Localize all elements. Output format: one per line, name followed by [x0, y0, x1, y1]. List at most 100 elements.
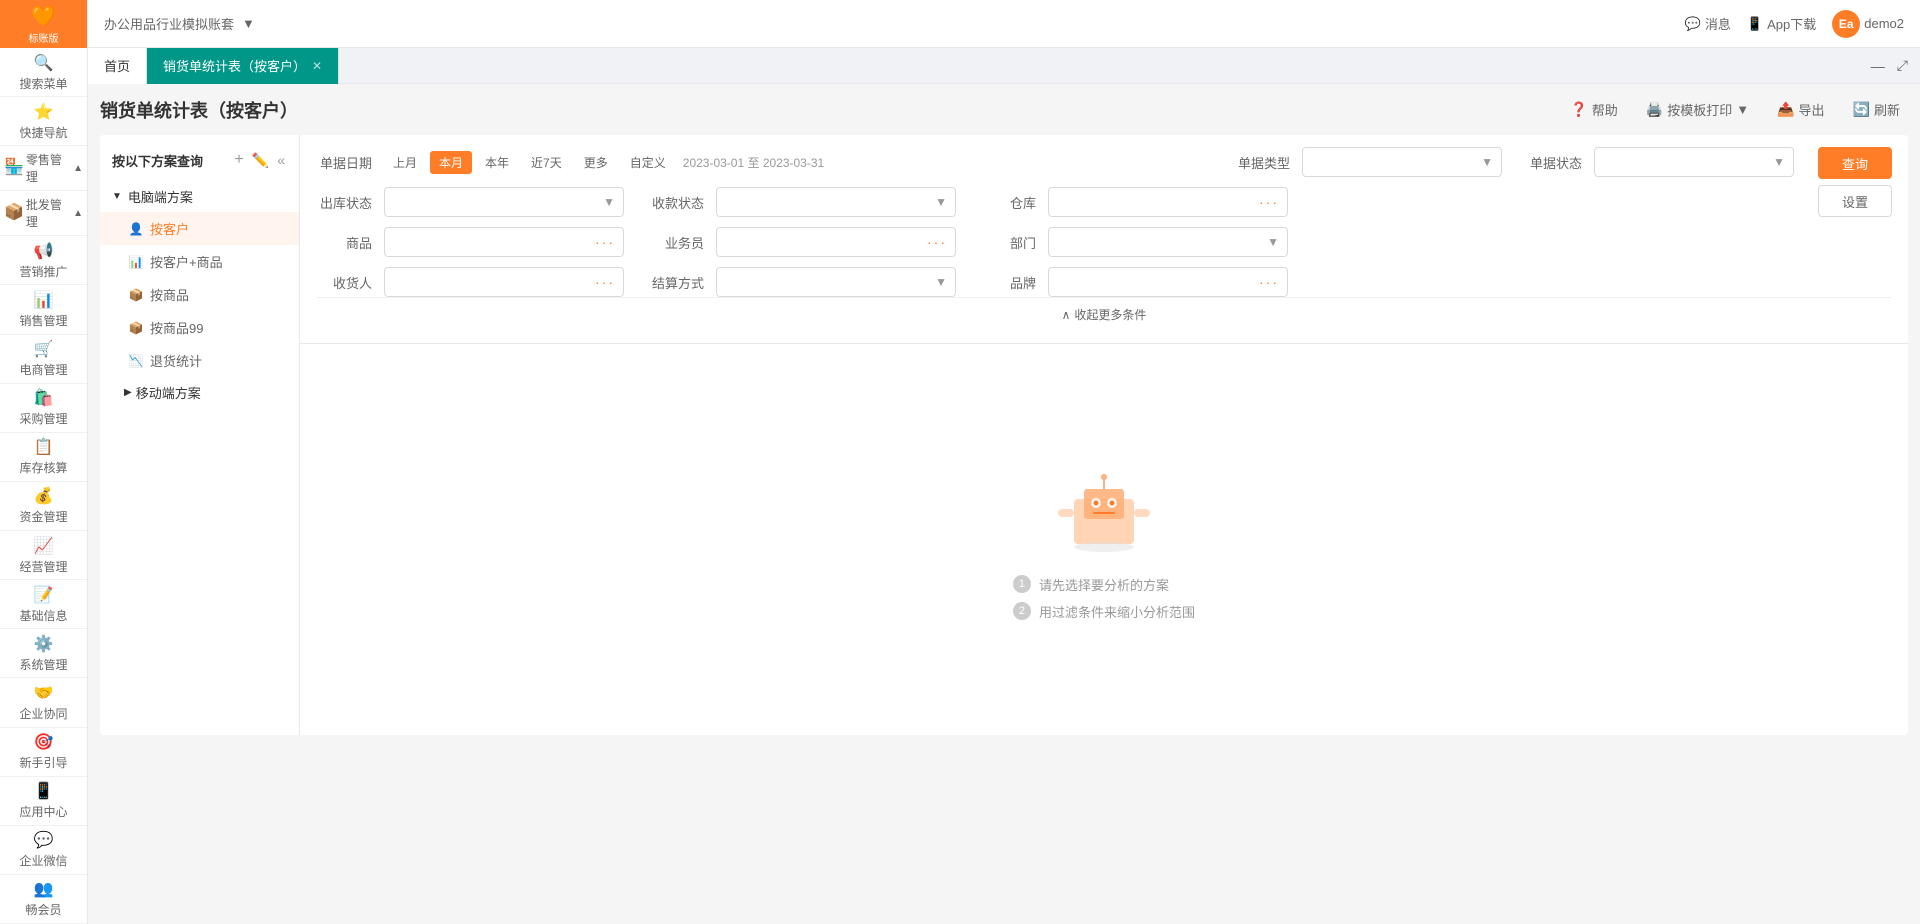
app-logo: 🧡 标账版	[0, 0, 87, 48]
empty-illustration	[1044, 459, 1164, 559]
query-button[interactable]: 查询	[1818, 147, 1892, 179]
recipient-select[interactable]: ···	[384, 267, 624, 297]
sidebar-item-ecommerce[interactable]: 🛒 电商管理	[0, 335, 87, 384]
ecommerce-icon: 🛒	[34, 339, 54, 359]
print-btn[interactable]: 🖨️ 按模板打印 ▼	[1638, 96, 1757, 123]
scheme-collapse-btn[interactable]: «	[275, 150, 287, 170]
order-status-dropdown-icon: ▼	[1773, 155, 1785, 169]
refresh-btn[interactable]: 🔄 刷新	[1845, 96, 1908, 123]
tab-maximize-icon[interactable]: ⤢	[1893, 53, 1912, 78]
header-right: 💬 消息 📱 App下载 Ea demo2	[1685, 10, 1904, 38]
scheme-add-btn[interactable]: +	[232, 149, 245, 171]
scheme-panel-actions: + ✏️ «	[232, 149, 287, 171]
top-header: 办公用品行业模拟账套 ▼ 💬 消息 📱 App下载 Ea demo2	[88, 0, 1920, 48]
enterprise-icon: 🤝	[34, 683, 54, 703]
header-left: 办公用品行业模拟账套 ▼	[104, 14, 255, 33]
tabs-actions: — ⤢	[1859, 53, 1920, 78]
collapse-bar[interactable]: ∧ 收起更多条件	[316, 297, 1892, 331]
scheme-group-pc: ▼ 电脑端方案 👤 按客户 📊 按客户+商品 📦 按商品	[100, 181, 299, 377]
export-btn[interactable]: 📤 导出	[1769, 96, 1832, 123]
payment-select[interactable]: ▼	[716, 187, 956, 217]
scheme-item-by-customer-goods[interactable]: 📊 按客户+商品	[100, 245, 299, 278]
wechat-icon: 💬	[34, 830, 54, 850]
sidebar-item-sales[interactable]: 📊 销售管理	[0, 285, 87, 334]
message-btn[interactable]: 💬 消息	[1685, 14, 1731, 33]
order-status-select[interactable]: ▼	[1594, 147, 1794, 177]
brand-select[interactable]: ···	[1048, 267, 1288, 297]
logo-text: 标账版	[29, 30, 59, 45]
warehouse-select[interactable]: ···	[1048, 187, 1288, 217]
sidebar-item-quick-nav[interactable]: ⭐ 快捷导航	[0, 97, 87, 146]
date-btn-custom[interactable]: 自定义	[621, 151, 675, 174]
tab-minimize-icon[interactable]: —	[1867, 54, 1889, 78]
sidebar-item-newbie[interactable]: 🎯 新手引导	[0, 728, 87, 777]
empty-tip-1: 1 请先选择要分析的方案	[1013, 575, 1195, 594]
sidebar-item-label: 基础信息	[19, 607, 67, 624]
apps-icon: 📱	[34, 781, 54, 801]
sidebar-item-enterprise[interactable]: 🤝 企业协同	[0, 678, 87, 727]
salesperson-select[interactable]: ···	[716, 227, 956, 257]
sidebar-item-label: 新手引导	[19, 754, 67, 771]
goods-select[interactable]: ···	[384, 227, 624, 257]
scheme-item-by-goods[interactable]: 📦 按商品	[100, 278, 299, 311]
tab-sales-stat-label: 销货单统计表（按客户）	[163, 56, 306, 75]
date-btn-current-year[interactable]: 本年	[476, 151, 518, 174]
print-icon: 🖨️	[1646, 101, 1663, 118]
sidebar-item-system[interactable]: ⚙️ 系统管理	[0, 629, 87, 678]
payment-dropdown-icon: ▼	[935, 195, 947, 209]
recipient-label: 收货人	[316, 273, 372, 292]
settlement-select[interactable]: ▼	[716, 267, 956, 297]
scheme-item-by-customer[interactable]: 👤 按客户	[100, 212, 299, 245]
sidebar-item-purchase[interactable]: 🛍️ 采购管理	[0, 384, 87, 433]
date-btn-last-7days[interactable]: 近7天	[522, 151, 571, 174]
recipient-more-icon: ···	[595, 274, 615, 290]
warehouse-label: 仓库	[980, 193, 1036, 212]
industry-dropdown-icon[interactable]: ▼	[242, 16, 255, 31]
user-profile[interactable]: Ea demo2	[1832, 10, 1904, 38]
date-btn-prev-month[interactable]: 上月	[384, 151, 426, 174]
sidebar-item-marketing[interactable]: 📢 营销推广	[0, 236, 87, 285]
sidebar-item-wechat[interactable]: 💬 企业微信	[0, 826, 87, 875]
sidebar-item-label: 采购管理	[19, 410, 67, 427]
salesperson-label: 业务员	[648, 233, 704, 252]
sidebar-item-finance[interactable]: 💰 资金管理	[0, 482, 87, 531]
date-btn-current-month[interactable]: 本月	[430, 151, 472, 174]
sidebar-item-inventory[interactable]: 📋 库存核算	[0, 433, 87, 482]
sidebar-item-search[interactable]: 🔍 搜索菜单	[0, 48, 87, 97]
scheme-edit-btn[interactable]: ✏️	[250, 150, 271, 171]
order-type-dropdown-icon: ▼	[1481, 155, 1493, 169]
dept-select[interactable]: ▼	[1048, 227, 1288, 257]
main-area: 办公用品行业模拟账套 ▼ 💬 消息 📱 App下载 Ea demo2 首页	[88, 0, 1920, 924]
scheme-item-return-stat[interactable]: 📉 退货统计	[100, 344, 299, 377]
sidebar-item-label: 系统管理	[19, 656, 67, 673]
wholesale-icon: 📦	[4, 202, 24, 222]
sidebar-item-apps[interactable]: 📱 应用中心	[0, 777, 87, 826]
tab-sales-stat[interactable]: 销货单统计表（按客户） ✕	[147, 48, 339, 84]
mobile-group-label: 移动端方案	[136, 383, 201, 402]
page-actions: ❓ 帮助 🖨️ 按模板打印 ▼ 📤 导出 🔄 刷新	[1562, 96, 1908, 123]
sidebar-item-member[interactable]: 👥 畅会员	[0, 875, 87, 924]
sidebar-item-basic[interactable]: 📝 基础信息	[0, 580, 87, 629]
order-type-select[interactable]: ▼	[1302, 147, 1502, 177]
tip-text-2: 用过滤条件来缩小分析范围	[1039, 602, 1195, 621]
message-icon: 💬	[1685, 16, 1701, 32]
sidebar-item-label: 零售管理	[26, 151, 71, 185]
scheme-item-by-goods-99[interactable]: 📦 按商品99	[100, 311, 299, 344]
sidebar-item-label: 电商管理	[19, 361, 67, 378]
payment-label: 收款状态	[648, 193, 704, 212]
order-type-label: 单据类型	[1234, 153, 1290, 172]
collapse-label: 收起更多条件	[1074, 306, 1146, 323]
app-download-btn[interactable]: 📱 App下载	[1747, 14, 1816, 33]
sidebar-item-label: 经营管理	[19, 558, 67, 575]
stock-out-select[interactable]: ▼	[384, 187, 624, 217]
sidebar-item-retail[interactable]: 🏪 零售管理 ▲	[0, 146, 87, 191]
date-btn-more[interactable]: 更多	[575, 151, 617, 174]
scheme-group-pc-header[interactable]: ▼ 电脑端方案	[100, 181, 299, 212]
sidebar-item-operation[interactable]: 📈 经营管理	[0, 531, 87, 580]
tab-close-icon[interactable]: ✕	[312, 59, 322, 73]
tab-home[interactable]: 首页	[88, 48, 147, 84]
help-btn[interactable]: ❓ 帮助	[1562, 96, 1625, 123]
settings-button[interactable]: 设置	[1818, 185, 1892, 217]
scheme-group-mobile-header[interactable]: ▶ 移动端方案	[100, 377, 299, 408]
sidebar-item-wholesale[interactable]: 📦 批发管理 ▲	[0, 191, 87, 236]
